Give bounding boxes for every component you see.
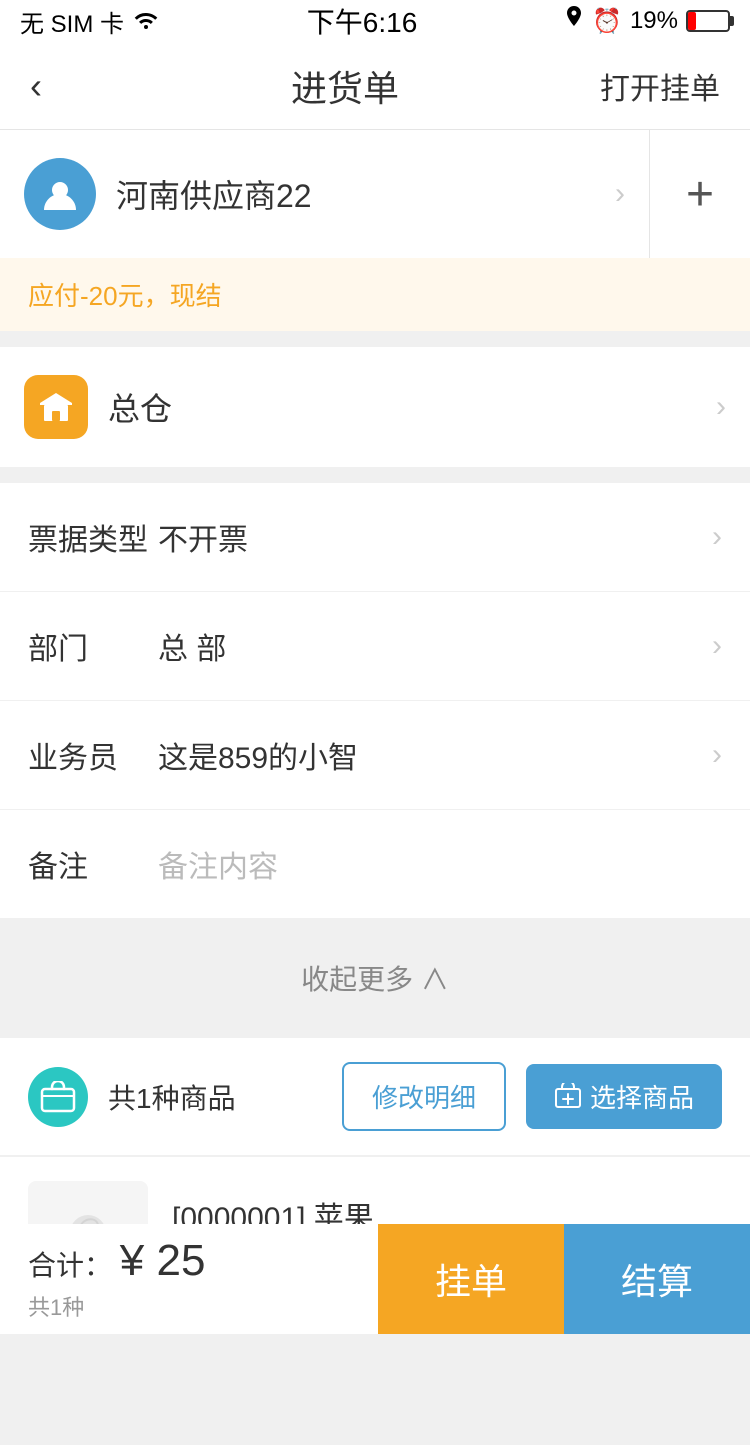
footer: 合计： ¥ 25 共1种 挂单 结算 [0,1224,750,1334]
wifi-icon [132,7,160,36]
remark-row[interactable]: 备注 备注内容 [0,810,750,918]
footer-total-row: 合计： ¥ 25 [28,1236,350,1286]
supplier-avatar [24,158,96,230]
status-bar: 无 SIM 卡 下午6:16 ⏰ 19% [0,0,750,42]
ticket-type-value: 不开票 [158,515,712,559]
department-value: 总 部 [158,624,712,668]
status-time: 下午6:16 [307,1,418,41]
warehouse-name: 总仓 [108,384,716,430]
total-label: 合计： [28,1250,112,1281]
warehouse-row[interactable]: 总仓 › [0,347,750,467]
location-icon [564,6,584,37]
footer-count: 共1种 [28,1290,350,1322]
open-hang-button[interactable]: 打开挂单 [600,64,720,108]
department-label: 部门 [28,624,158,668]
department-row[interactable]: 部门 总 部 › [0,592,750,701]
total-amount: ¥ 25 [120,1236,206,1285]
collapse-label: 收起更多 ∧ [301,964,449,995]
remark-label: 备注 [28,842,158,886]
battery-percent: 19% [630,7,678,35]
salesperson-row[interactable]: 业务员 这是859的小智 › [0,701,750,810]
supplier-section: 河南供应商22 › + [0,130,750,258]
page-title: 进货单 [291,60,399,112]
collapse-bar[interactable]: 收起更多 ∧ [0,934,750,1022]
footer-total: 合计： ¥ 25 共1种 [0,1224,378,1334]
products-count: 共1种商品 [108,1077,322,1117]
products-icon [28,1067,88,1127]
department-chevron: › [712,629,722,663]
salesperson-label: 业务员 [28,733,158,777]
sim-text: 无 SIM 卡 [20,4,124,39]
add-supplier-button[interactable]: + [650,130,750,258]
ticket-type-chevron: › [712,520,722,554]
hang-button[interactable]: 挂单 [378,1224,564,1334]
checkout-button[interactable]: 结算 [564,1224,750,1334]
supplier-name: 河南供应商22 [116,171,615,217]
modify-detail-button[interactable]: 修改明细 [342,1062,506,1131]
battery-icon [686,10,730,32]
warehouse-icon [24,375,88,439]
alarm-icon: ⏰ [592,7,622,36]
nav-bar: ‹ 进货单 打开挂单 [0,42,750,130]
supplier-chevron: › [615,177,625,211]
select-product-button[interactable]: 选择商品 [526,1064,722,1129]
status-left: 无 SIM 卡 [20,4,160,39]
ticket-type-row[interactable]: 票据类型 不开票 › [0,483,750,592]
form-section: 票据类型 不开票 › 部门 总 部 › 业务员 这是859的小智 › 备注 备注… [0,483,750,918]
warehouse-chevron: › [716,390,726,424]
salesperson-chevron: › [712,738,722,772]
products-header: 共1种商品 修改明细 选择商品 [0,1038,750,1155]
payment-hint: 应付-20元，现结 [0,258,750,331]
remark-value: 备注内容 [158,842,722,886]
status-right: ⏰ 19% [564,6,730,37]
back-button[interactable]: ‹ [30,65,90,107]
select-product-label: 选择商品 [590,1078,694,1115]
supplier-row[interactable]: 河南供应商22 › [0,130,650,258]
salesperson-value: 这是859的小智 [158,733,712,777]
ticket-type-label: 票据类型 [28,515,158,559]
